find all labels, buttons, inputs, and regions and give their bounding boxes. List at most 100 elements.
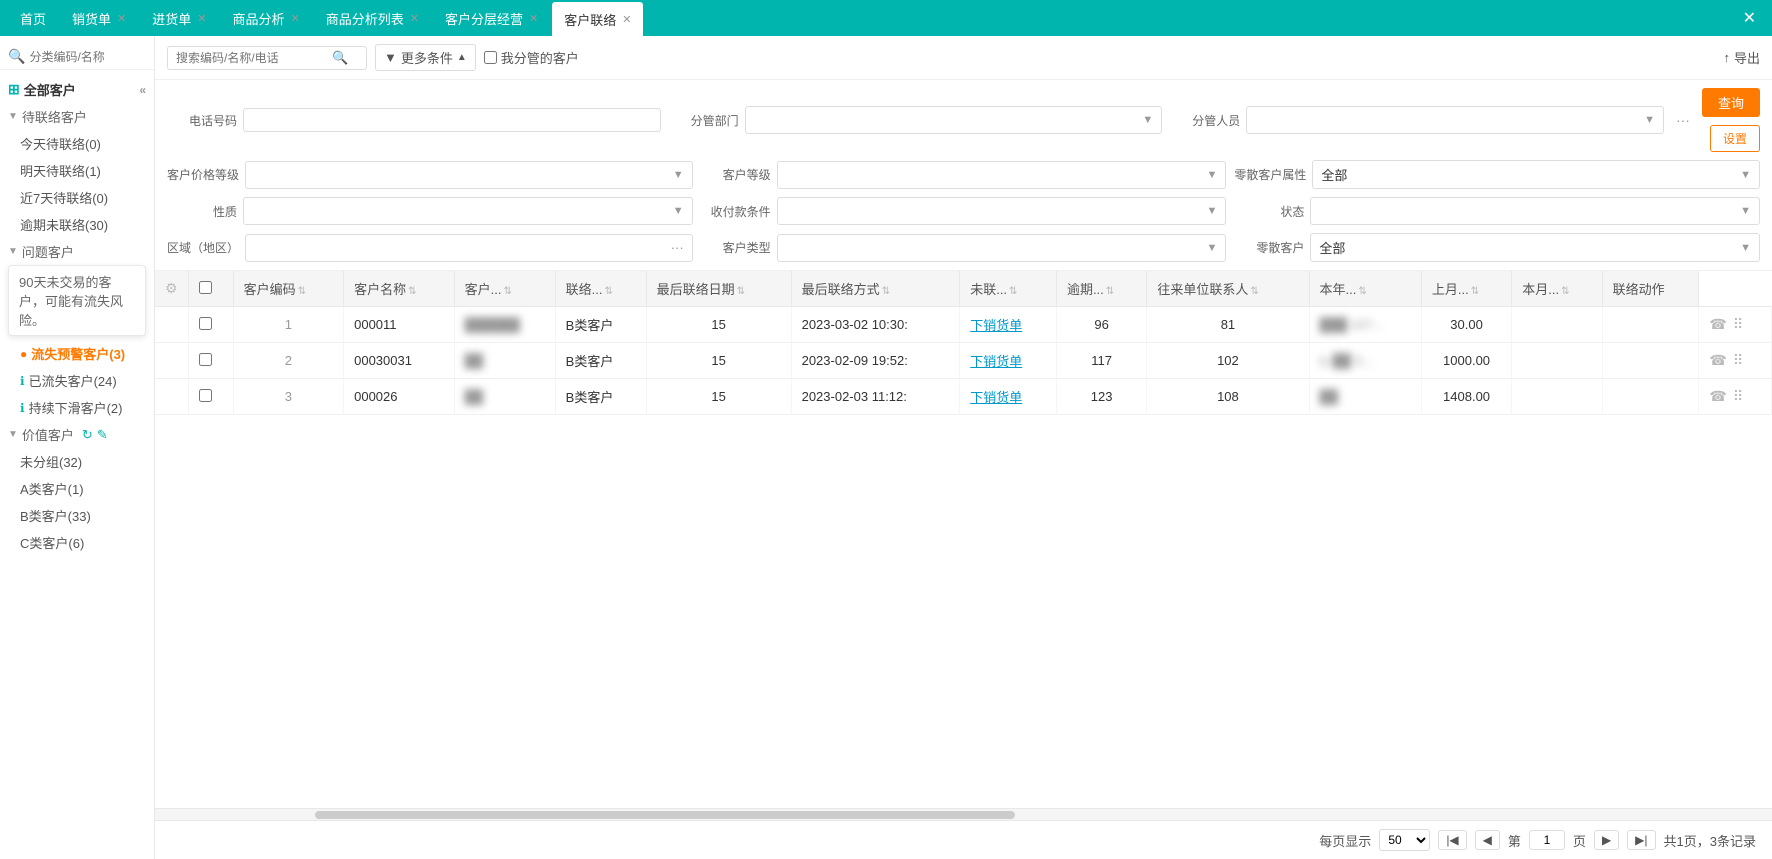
name-column-header[interactable]: 客户名称⇅ [344, 271, 455, 307]
sidebar-all-customers[interactable]: ⊞ 全部客户 « [0, 76, 154, 103]
price-level-select[interactable]: ▼ [245, 161, 693, 189]
last-contact-method-column-header[interactable]: 最后联络方式⇅ [791, 271, 960, 307]
close-purchase-icon[interactable]: ✕ [197, 12, 206, 25]
nature-select[interactable]: ▼ [243, 197, 693, 225]
search-input[interactable] [176, 51, 326, 65]
sidebar-item-class-c[interactable]: C类客户(6) [0, 529, 154, 556]
sidebar-item-ungrouped[interactable]: 未分组(32) [0, 448, 154, 475]
sidebar-item-tomorrow-pending[interactable]: 明天待联络(1) [0, 157, 154, 184]
row-action-more-icon[interactable]: ⠿ [1733, 388, 1743, 405]
payment-select[interactable]: ▼ [777, 197, 1227, 225]
tab-home[interactable]: 首页 [8, 0, 58, 36]
gear-column-header[interactable]: ⚙ [155, 271, 188, 307]
overdue-column-header[interactable]: 逾期...⇅ [1056, 271, 1146, 307]
customer-level-select[interactable]: ▼ [777, 161, 1227, 189]
row-last-month [1512, 307, 1602, 343]
sidebar-group-problem-header[interactable]: ▼ 问题客户 [0, 238, 154, 265]
row-contact-count: 15 [646, 343, 791, 379]
tab-customer-contact[interactable]: 客户联络 ✕ [552, 2, 643, 36]
sidebar-item-churn-warning[interactable]: ● 流失预警客户(3) [0, 340, 154, 367]
row-action-more-icon[interactable]: ⠿ [1733, 316, 1743, 333]
tab-product-analysis-list[interactable]: 商品分析列表 ✕ [314, 0, 431, 36]
row-checkbox-cell[interactable] [188, 379, 233, 415]
row-last-contact-method[interactable]: 下销货单 [960, 379, 1057, 415]
row-action-more-icon[interactable]: ⠿ [1733, 352, 1743, 369]
row-last-contact-method[interactable]: 下销货单 [960, 343, 1057, 379]
last-contact-date-column-header[interactable]: 最后联络日期⇅ [646, 271, 791, 307]
close-product-analysis-icon[interactable]: ✕ [291, 12, 300, 25]
checkbox-column-header[interactable] [188, 271, 233, 307]
close-tiering-icon[interactable]: ✕ [529, 12, 538, 25]
region-select[interactable]: ··· [245, 234, 693, 262]
prev-page-button[interactable]: ◀ [1475, 830, 1500, 850]
close-all-button[interactable]: ✕ [1735, 8, 1764, 28]
tab-purchase-order[interactable]: 进货单 ✕ [140, 0, 218, 36]
region-more-icon[interactable]: ··· [671, 240, 684, 255]
more-filter-button[interactable]: ▼ 更多条件 ▲ [375, 44, 476, 71]
sidebar-item-declining[interactable]: ℹ 持续下滑客户(2) [0, 394, 154, 421]
settings-button[interactable]: 设置 [1710, 125, 1760, 152]
search-button[interactable]: 🔍 [332, 50, 348, 66]
sidebar-item-class-a[interactable]: A类客户(1) [0, 475, 154, 502]
page-size-select[interactable]: 50 100 200 [1379, 829, 1430, 851]
row-gear [155, 307, 188, 343]
tab-customer-tiering[interactable]: 客户分层经营 ✕ [433, 0, 550, 36]
sidebar-item-7days-pending[interactable]: 近7天待联络(0) [0, 184, 154, 211]
level-column-header[interactable]: 客户...⇅ [454, 271, 555, 307]
page-number-input[interactable] [1529, 830, 1565, 850]
row-checkbox[interactable] [199, 389, 212, 402]
close-contact-icon[interactable]: ✕ [622, 13, 631, 26]
filter-person: 分管人员 ▼ [1170, 106, 1664, 134]
customer-type-select[interactable]: ▼ [777, 234, 1227, 262]
close-product-list-icon[interactable]: ✕ [410, 12, 419, 25]
sidebar-group-pending-header[interactable]: ▼ 待联络客户 [0, 103, 154, 130]
refresh-icon[interactable]: ↻ [82, 427, 93, 443]
tab-product-analysis[interactable]: 商品分析 ✕ [220, 0, 311, 36]
more-options-button[interactable]: ··· [1672, 112, 1694, 128]
sidebar-group-value-header[interactable]: ▼ 价值客户 ↻ ✎ [0, 421, 154, 448]
person-select[interactable]: ▼ [1246, 106, 1664, 134]
row-checkbox-cell[interactable] [188, 307, 233, 343]
query-button[interactable]: 查询 [1702, 88, 1760, 117]
contact-person-column-header[interactable]: 往来单位联系人⇅ [1147, 271, 1309, 307]
scrollbar-thumb[interactable] [315, 811, 1015, 819]
row-checkbox[interactable] [199, 317, 212, 330]
sidebar-item-overdue-contact[interactable]: 逾期未联络(30) [0, 211, 154, 238]
this-month-column-header[interactable]: 本月...⇅ [1512, 271, 1602, 307]
row-action-contact-icon[interactable]: ☎ [1709, 352, 1726, 369]
this-year-column-header[interactable]: 本年...⇅ [1309, 271, 1421, 307]
sidebar-item-today-pending[interactable]: 今天待联络(0) [0, 130, 154, 157]
search-bar: 🔍 ▼ 更多条件 ▲ 我分管的客户 ↑ 导出 [155, 36, 1772, 80]
sidebar-search-input[interactable] [29, 50, 155, 64]
last-month-column-header[interactable]: 上月...⇅ [1421, 271, 1511, 307]
row-number: 1 [233, 307, 344, 343]
phone-input[interactable] [243, 108, 661, 132]
sidebar-item-class-b[interactable]: B类客户(33) [0, 502, 154, 529]
retail-select[interactable]: 全部 ▼ [1310, 233, 1760, 262]
row-action-contact-icon[interactable]: ☎ [1709, 388, 1726, 405]
edit-icon[interactable]: ✎ [97, 427, 108, 443]
gear-header-icon[interactable]: ⚙ [165, 280, 178, 296]
horizontal-scrollbar[interactable] [155, 808, 1772, 820]
export-button[interactable]: ↑ 导出 [1723, 48, 1760, 67]
row-checkbox[interactable] [199, 353, 212, 366]
my-customers-checkbox[interactable] [484, 51, 497, 64]
first-page-button[interactable]: |◀ [1438, 830, 1466, 850]
row-last-contact-method[interactable]: 下销货单 [960, 307, 1057, 343]
select-all-checkbox[interactable] [199, 281, 212, 294]
my-customers-checkbox-label[interactable]: 我分管的客户 [484, 48, 579, 67]
dept-select[interactable]: ▼ [745, 106, 1163, 134]
next-page-button[interactable]: ▶ [1594, 830, 1619, 850]
sidebar-item-churned[interactable]: ℹ 已流失客户(24) [0, 367, 154, 394]
zero-attr-select[interactable]: 全部 ▼ [1312, 160, 1760, 189]
code-column-header[interactable]: 客户编码⇅ [233, 271, 344, 307]
status-select[interactable]: ▼ [1310, 197, 1760, 225]
row-action-contact-icon[interactable]: ☎ [1709, 316, 1726, 333]
close-sales-order-icon[interactable]: ✕ [117, 12, 126, 25]
tab-sales-order[interactable]: 销货单 ✕ [60, 0, 138, 36]
contact-count-column-header[interactable]: 联络...⇅ [555, 271, 646, 307]
row-checkbox-cell[interactable] [188, 343, 233, 379]
sidebar-collapse-icon[interactable]: « [139, 83, 146, 97]
last-page-button[interactable]: ▶| [1627, 830, 1655, 850]
unlisted-column-header[interactable]: 未联...⇅ [960, 271, 1057, 307]
